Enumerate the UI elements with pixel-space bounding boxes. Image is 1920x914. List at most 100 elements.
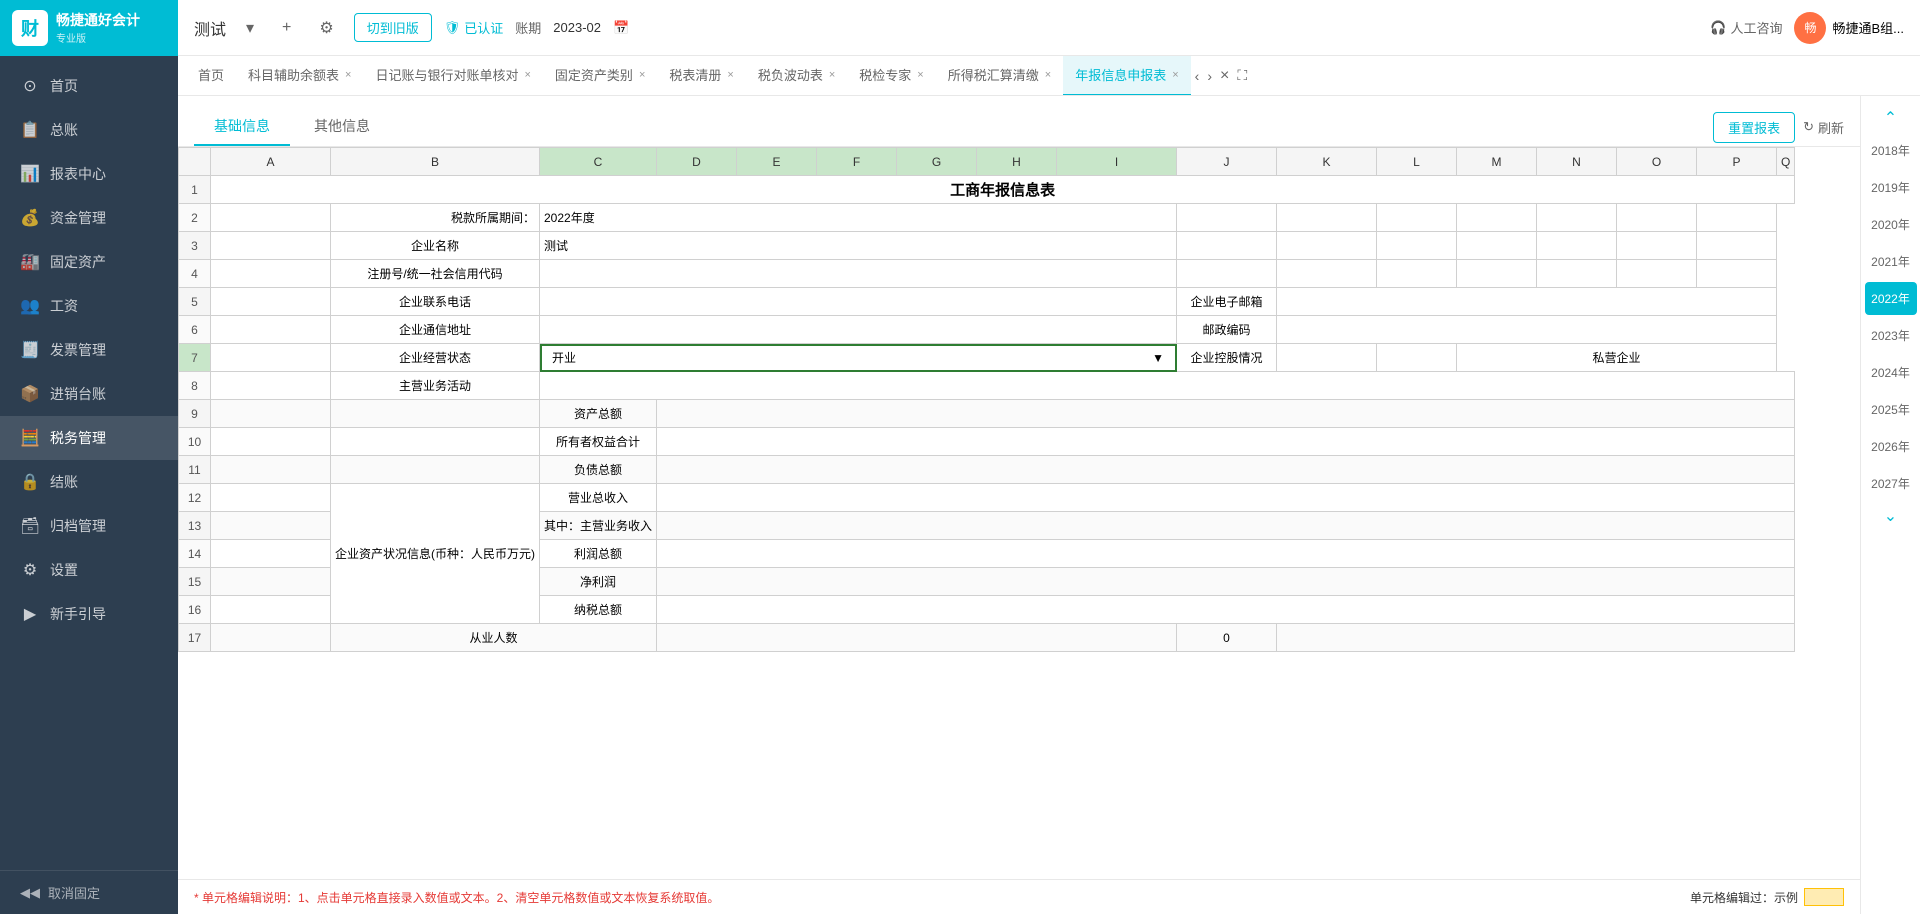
sidebar-item-fixed-assets[interactable]: 🏭固定资产 — [0, 240, 178, 284]
example-cell — [1804, 888, 1844, 906]
sidebar-item-general-ledger[interactable]: 📋总账 — [0, 108, 178, 152]
calendar-icon[interactable]: 📅 — [613, 20, 629, 36]
cell-8-value[interactable] — [540, 372, 1795, 400]
tab-tax-wave[interactable]: 税负波动表 × — [746, 56, 847, 96]
year-2018[interactable]: 2018年 — [1865, 134, 1917, 167]
year-2019[interactable]: 2019年 — [1865, 171, 1917, 204]
tab-tax-income[interactable]: 所得税汇算清缴 × — [936, 56, 1063, 96]
user-menu-button[interactable]: 畅 畅捷通B组... — [1794, 12, 1904, 44]
cell-5-phone[interactable] — [540, 288, 1177, 316]
year-2025[interactable]: 2025年 — [1865, 393, 1917, 426]
tab-tax-clear-close[interactable]: × — [727, 69, 733, 81]
year-2023[interactable]: 2023年 — [1865, 319, 1917, 352]
topbar-right: 🎧 人工咨询 畅 畅捷通B组... — [1710, 12, 1904, 44]
row-2: 2 税款所属期间： 2022年度 — [179, 204, 1795, 232]
subtab-bar: 基础信息 其他信息 重置报表 ↻ 刷新 — [178, 96, 1860, 147]
cell-13-label: 其中：主营业务收入 — [540, 512, 657, 540]
consult-button[interactable]: 🎧 人工咨询 — [1710, 18, 1782, 37]
spreadsheet-container[interactable]: A B C D E F G H I J K L M — [178, 147, 1860, 879]
col-L: L — [1377, 148, 1457, 176]
cell-8-label: 主营业务活动 — [331, 372, 540, 400]
tab-close-all[interactable]: × — [1216, 63, 1233, 89]
tab-aux[interactable]: 科目辅助余额表 × — [236, 56, 363, 96]
cell-11-value[interactable] — [657, 456, 1795, 484]
cell-6-zip[interactable] — [1277, 316, 1777, 344]
cell-7-status[interactable]: 开业 ▼ — [540, 344, 1177, 372]
sidebar-label-settings: 设置 — [50, 560, 78, 580]
tab-tax-income-close[interactable]: × — [1045, 69, 1051, 81]
tab-home[interactable]: 首页 — [186, 56, 236, 96]
year-2021[interactable]: 2021年 — [1865, 245, 1917, 278]
tab-nav-prev[interactable]: ‹ — [1191, 64, 1204, 88]
sidebar-item-report-center[interactable]: 📊报表中心 — [0, 152, 178, 196]
tab-journal[interactable]: 日记账与银行对账单核对 × — [363, 56, 542, 96]
cell-14-label: 利润总额 — [540, 540, 657, 568]
sidebar-item-home[interactable]: ⊙首页 — [0, 64, 178, 108]
cell-4-value[interactable] — [540, 260, 1177, 288]
sidebar-item-invoice[interactable]: 🧾发票管理 — [0, 328, 178, 372]
tab-aux-close[interactable]: × — [345, 69, 351, 81]
switch-old-version-button[interactable]: 切到旧版 — [354, 13, 432, 42]
subtab-basic[interactable]: 基础信息 — [194, 108, 290, 146]
sidebar-item-salary[interactable]: 👥工资 — [0, 284, 178, 328]
cell-5-email[interactable] — [1277, 288, 1777, 316]
sidebar-item-settings[interactable]: ⚙设置 — [0, 548, 178, 592]
sidebar-item-close[interactable]: 🔒结账 — [0, 460, 178, 504]
tab-annual-report[interactable]: 年报信息申报表 × — [1063, 56, 1190, 96]
add-button[interactable]: + — [274, 15, 299, 41]
spreadsheet-table: A B C D E F G H I J K L M — [178, 147, 1795, 652]
year-2020[interactable]: 2020年 — [1865, 208, 1917, 241]
cell-13-value[interactable] — [657, 512, 1795, 540]
row-6: 6 企业通信地址 邮政编码 — [179, 316, 1795, 344]
refresh-button[interactable]: ↻ 刷新 — [1803, 118, 1844, 137]
tab-tax-clear[interactable]: 税表清册 × — [657, 56, 745, 96]
tab-tax-expert-close[interactable]: × — [917, 69, 923, 81]
year-nav-down[interactable]: ⌄ — [1880, 502, 1901, 530]
cell-17-value[interactable]: 0 — [1177, 624, 1277, 652]
cell-17-empty[interactable] — [657, 624, 1177, 652]
sidebar-item-stock[interactable]: 📦进销台账 — [0, 372, 178, 416]
cell-9-label: 资产总额 — [540, 400, 657, 428]
year-nav-up[interactable]: ⌃ — [1880, 104, 1901, 132]
cell-9-value[interactable] — [657, 400, 1795, 428]
sidebar-label-salary: 工资 — [50, 296, 78, 316]
cell-16-value[interactable] — [657, 596, 1795, 624]
cell-10-value[interactable] — [657, 428, 1795, 456]
sidebar-item-archive[interactable]: 🗃归档管理 — [0, 504, 178, 548]
tab-expand[interactable]: ⛶ — [1233, 63, 1251, 88]
sidebar-item-tax[interactable]: 🧮税务管理 — [0, 416, 178, 460]
year-2024[interactable]: 2024年 — [1865, 356, 1917, 389]
sidebar-item-guide[interactable]: ▶新手引导 — [0, 592, 178, 636]
tab-annual-report-close[interactable]: × — [1172, 69, 1178, 81]
cell-1-title[interactable]: 工商年报信息表 — [211, 176, 1795, 204]
sidebar-pin-button[interactable]: ◀◀ 取消固定 — [0, 870, 178, 914]
reset-report-button[interactable]: 重置报表 — [1713, 112, 1795, 143]
menu-chevron-button[interactable]: ▾ — [238, 14, 262, 42]
col-N: N — [1537, 148, 1617, 176]
cell-12-revenue-value[interactable] — [657, 484, 1795, 512]
cell-2-period[interactable]: 2022年度 — [540, 204, 1177, 232]
tab-tax-wave-close[interactable]: × — [829, 69, 835, 81]
cell-15-value[interactable] — [657, 568, 1795, 596]
settings-button[interactable]: ⚙ — [311, 14, 341, 42]
tab-fixed-cat-close[interactable]: × — [639, 69, 645, 81]
year-2026[interactable]: 2026年 — [1865, 430, 1917, 463]
tab-tax-expert[interactable]: 税检专家 × — [847, 56, 935, 96]
cell-7-control-value[interactable]: 私营企业 — [1457, 344, 1777, 372]
nav-icon-invoice: 🧾 — [20, 340, 40, 360]
subtab-other[interactable]: 其他信息 — [294, 108, 390, 146]
cell-6-address[interactable] — [540, 316, 1177, 344]
year-2027[interactable]: 2027年 — [1865, 467, 1917, 500]
tab-journal-close[interactable]: × — [524, 69, 530, 81]
tab-nav-next[interactable]: › — [1203, 64, 1216, 88]
cell-12-revenue-label: 营业总收入 — [540, 484, 657, 512]
sidebar-label-stock: 进销台账 — [50, 384, 106, 404]
cell-14-value[interactable] — [657, 540, 1795, 568]
footer: * 单元格编辑说明：1、点击单元格直接录入数值或文本。2、清空单元格数值或文本恢… — [178, 879, 1860, 914]
sidebar-item-capital[interactable]: 💰资金管理 — [0, 196, 178, 240]
tab-fixed-cat[interactable]: 固定资产类别 × — [543, 56, 657, 96]
cell-3-value[interactable]: 测试 — [540, 232, 1177, 260]
year-2022[interactable]: 2022年 — [1865, 282, 1917, 315]
subtab-actions: 重置报表 ↻ 刷新 — [1713, 112, 1844, 143]
sidebar-label-capital: 资金管理 — [50, 208, 106, 228]
